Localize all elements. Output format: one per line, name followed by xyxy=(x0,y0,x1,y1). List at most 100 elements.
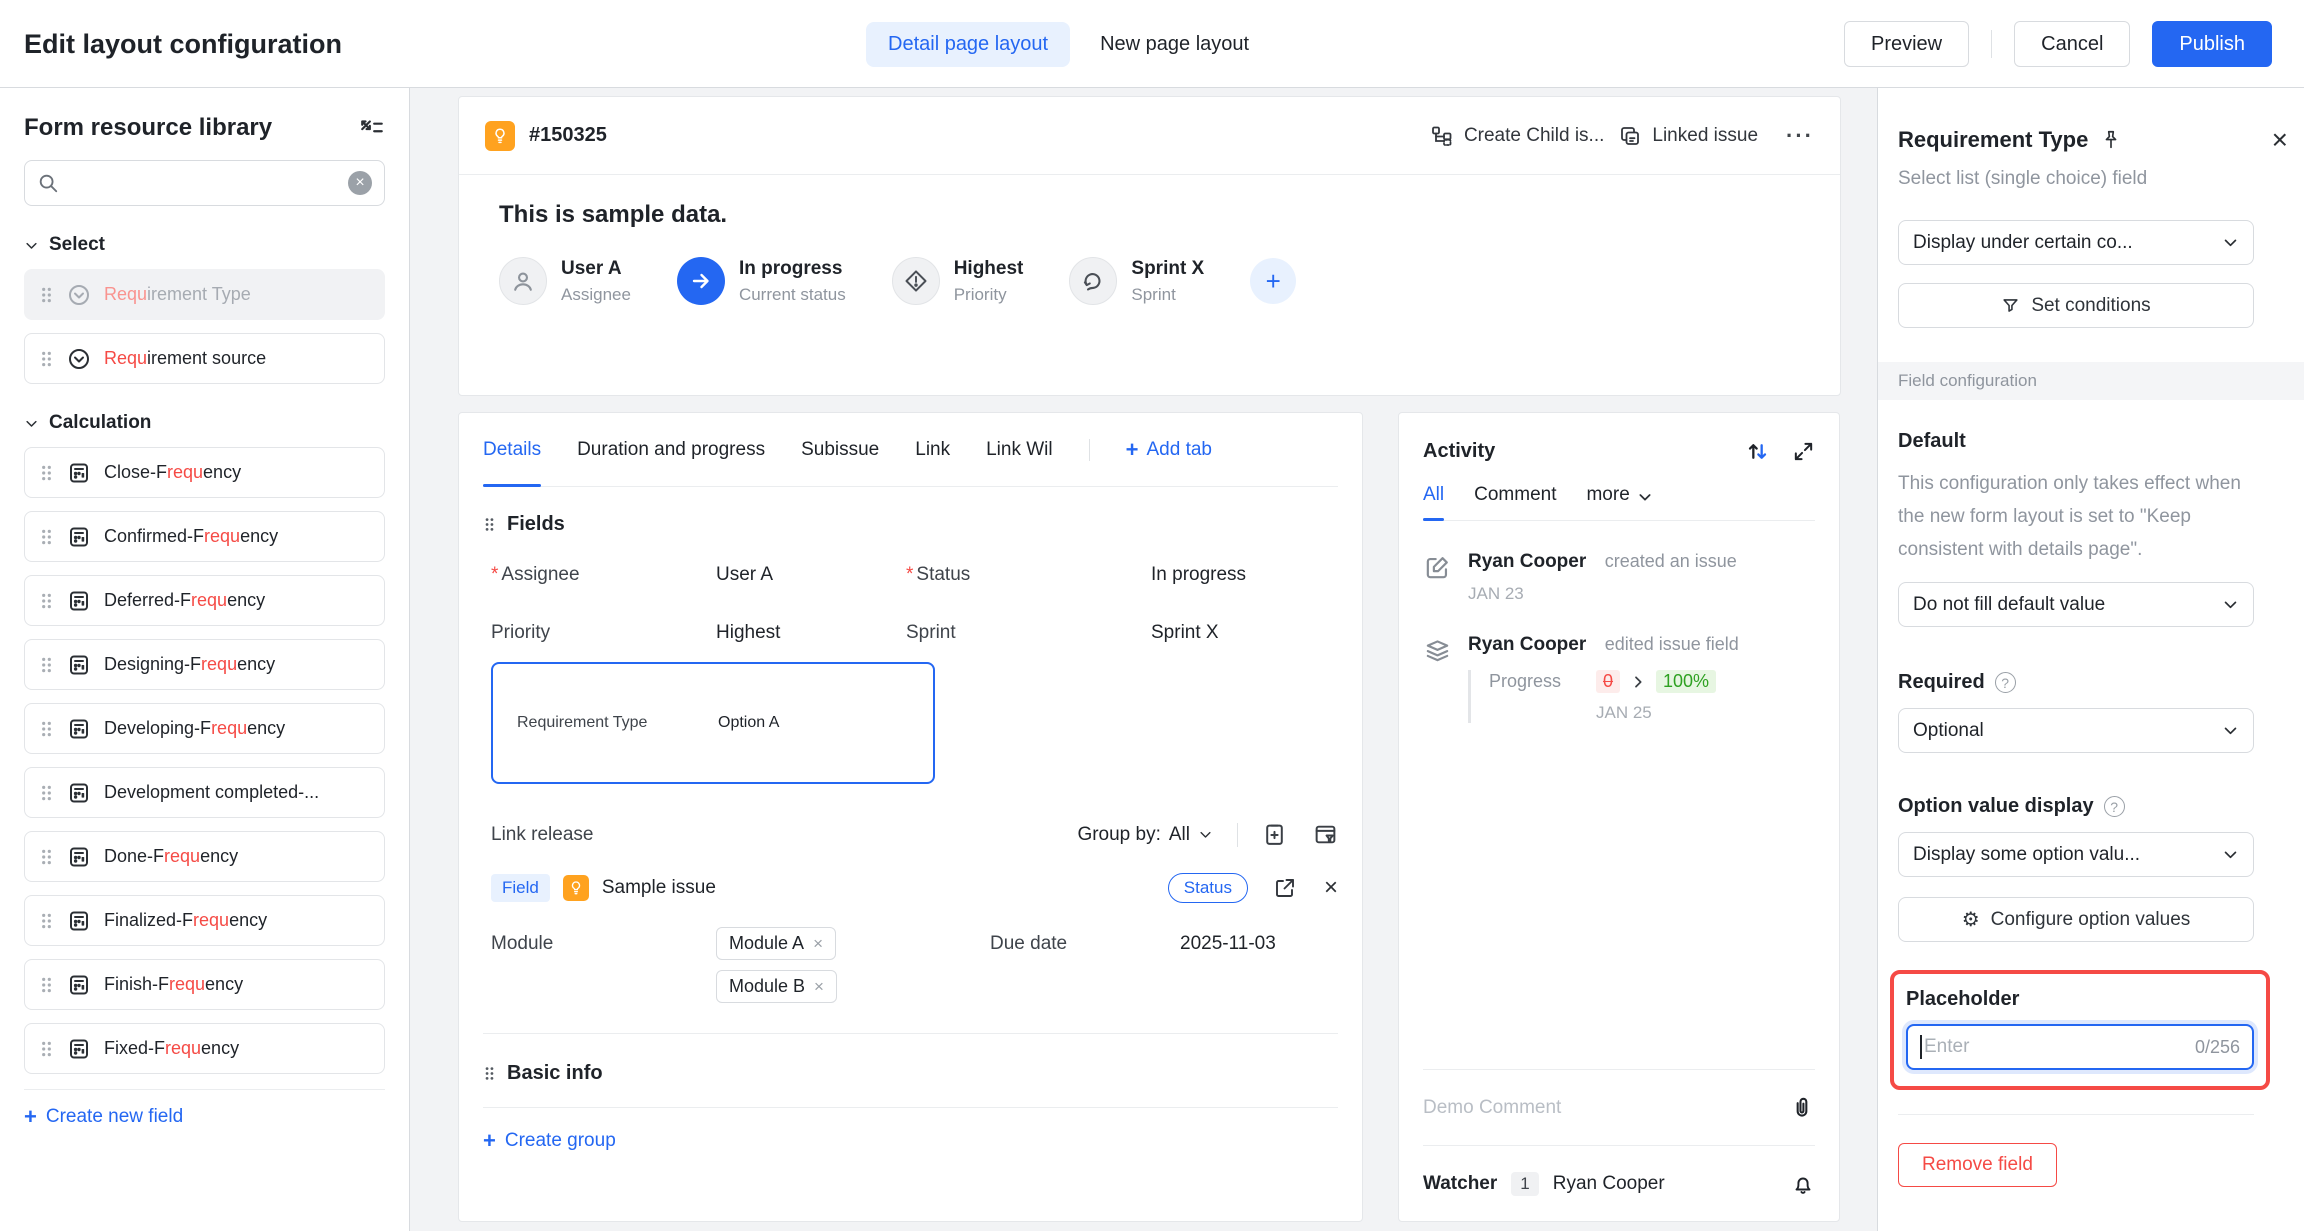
library-item[interactable]: Confirmed-Frequency xyxy=(24,511,385,562)
drag-handle-icon[interactable] xyxy=(39,847,54,867)
field-label[interactable]: * Status xyxy=(906,564,1151,586)
add-linked-item-icon[interactable] xyxy=(1262,822,1287,847)
library-item[interactable]: Requirement source xyxy=(24,333,385,384)
drag-handle-icon[interactable] xyxy=(39,1039,54,1059)
drag-handle-icon[interactable] xyxy=(39,527,54,547)
tab-new-page-layout[interactable]: New page layout xyxy=(1100,33,1249,56)
placeholder-input[interactable]: Enter 0/256 xyxy=(1906,1024,2254,1070)
drag-handle-icon[interactable] xyxy=(39,719,54,739)
field-label[interactable]: Sprint xyxy=(906,622,1151,644)
filter-view-icon[interactable] xyxy=(1313,822,1338,847)
drag-handle-icon[interactable] xyxy=(39,783,54,803)
attachment-icon[interactable] xyxy=(1789,1095,1815,1121)
remove-linked-issue-icon[interactable]: × xyxy=(1324,874,1338,902)
activity-user[interactable]: Ryan Cooper xyxy=(1468,634,1586,655)
status-chip[interactable]: In progress Current status xyxy=(676,257,846,305)
create-new-field-button[interactable]: + Create new field xyxy=(24,1106,385,1128)
field-label[interactable]: * Assignee xyxy=(491,564,716,586)
drag-handle-icon[interactable] xyxy=(39,911,54,931)
issue-preview-card: #150325 Create Child is... Linked issue … xyxy=(458,96,1841,396)
due-date-label[interactable]: Due date xyxy=(990,927,1180,1003)
collapse-library-icon[interactable] xyxy=(359,115,385,141)
tab-duration-progress[interactable]: Duration and progress xyxy=(577,413,765,486)
tab-link[interactable]: Link xyxy=(915,413,950,486)
expand-panel-icon[interactable] xyxy=(1792,440,1815,463)
comment-input[interactable]: Demo Comment xyxy=(1423,1069,1815,1145)
group-by-dropdown[interactable]: Group by: All xyxy=(1077,824,1213,846)
activity-user[interactable]: Ryan Cooper xyxy=(1468,551,1586,572)
sample-issue-title[interactable]: Sample issue xyxy=(602,877,716,899)
required-select[interactable]: Optional xyxy=(1898,708,2254,753)
link-release-label[interactable]: Link release xyxy=(491,824,593,846)
preview-button[interactable]: Preview xyxy=(1843,21,1970,67)
tab-comment[interactable]: Comment xyxy=(1474,484,1556,520)
tab-all[interactable]: All xyxy=(1423,484,1445,521)
drag-handle-icon[interactable] xyxy=(39,463,54,483)
status-pill[interactable]: Status xyxy=(1167,873,1248,903)
tab-link-wil[interactable]: Link Wil xyxy=(986,413,1053,486)
library-item[interactable]: Designing-Frequency xyxy=(24,639,385,690)
sort-order-icon[interactable] xyxy=(1745,439,1770,464)
drag-handle-icon[interactable] xyxy=(39,591,54,611)
section-calculation[interactable]: Calculation xyxy=(24,412,385,434)
priority-chip[interactable]: Highest Priority xyxy=(891,257,1023,305)
linked-issue-button[interactable]: Linked issue xyxy=(1618,124,1758,148)
add-field-chip-button[interactable]: + xyxy=(1250,258,1297,304)
library-item[interactable]: Fixed-Frequency xyxy=(24,1023,385,1074)
help-icon[interactable]: ? xyxy=(1994,672,2016,693)
drag-handle-icon[interactable] xyxy=(483,1065,496,1082)
open-external-icon[interactable] xyxy=(1273,876,1297,900)
create-group-button[interactable]: + Create group xyxy=(483,1130,1338,1152)
remove-field-button[interactable]: Remove field xyxy=(1898,1143,2057,1187)
field-value[interactable]: Highest xyxy=(716,622,906,644)
pin-icon[interactable] xyxy=(2100,129,2122,151)
field-value[interactable]: Sprint X xyxy=(1151,622,1338,644)
tab-more[interactable]: more xyxy=(1586,484,1652,520)
default-value-select[interactable]: Do not fill default value xyxy=(1898,582,2254,627)
more-actions-icon[interactable]: ··· xyxy=(1786,123,1814,149)
publish-button[interactable]: Publish xyxy=(2152,21,2272,67)
search-input[interactable] xyxy=(69,172,338,194)
drag-handle-icon[interactable] xyxy=(39,349,54,369)
cancel-button[interactable]: Cancel xyxy=(2014,21,2131,67)
remove-tag-icon[interactable]: × xyxy=(813,935,823,952)
library-item[interactable]: Requirement Type xyxy=(24,269,385,320)
due-date-value[interactable]: 2025-11-03 xyxy=(1180,927,1338,1003)
drag-handle-icon[interactable] xyxy=(483,516,496,533)
field-label[interactable]: Priority xyxy=(491,622,716,644)
section-select[interactable]: Select xyxy=(24,234,385,256)
set-conditions-button[interactable]: Set conditions xyxy=(1898,283,2254,328)
drag-handle-icon[interactable] xyxy=(39,285,54,305)
module-tag[interactable]: Module A × xyxy=(716,927,836,960)
library-item[interactable]: Finalized-Frequency xyxy=(24,895,385,946)
display-condition-select[interactable]: Display under certain co... xyxy=(1898,220,2254,265)
close-panel-icon[interactable]: × xyxy=(2272,124,2288,156)
module-label[interactable]: Module xyxy=(491,927,716,1003)
remove-tag-icon[interactable]: × xyxy=(814,978,824,995)
sprint-chip[interactable]: Sprint X Sprint xyxy=(1069,257,1204,305)
field-value[interactable]: In progress xyxy=(1151,564,1338,586)
configure-option-values-button[interactable]: ⚙ Configure option values xyxy=(1898,897,2254,942)
library-item[interactable]: Developing-Frequency xyxy=(24,703,385,754)
tab-details[interactable]: Details xyxy=(483,413,542,487)
library-item[interactable]: Close-Frequency xyxy=(24,447,385,498)
field-value[interactable]: User A xyxy=(716,564,906,586)
drag-handle-icon[interactable] xyxy=(39,655,54,675)
watcher-name[interactable]: Ryan Cooper xyxy=(1553,1173,1665,1195)
drag-handle-icon[interactable] xyxy=(39,975,54,995)
option-display-select[interactable]: Display some option valu... xyxy=(1898,832,2254,877)
add-tab-button[interactable]: + Add tab xyxy=(1126,438,1212,461)
library-item[interactable]: Development completed-... xyxy=(24,767,385,818)
library-item[interactable]: Done-Frequency xyxy=(24,831,385,882)
tab-detail-page-layout[interactable]: Detail page layout xyxy=(866,21,1071,67)
help-icon[interactable]: ? xyxy=(2103,796,2125,817)
clear-search-icon[interactable]: × xyxy=(348,171,372,195)
create-child-issue-button[interactable]: Create Child is... xyxy=(1430,124,1604,148)
library-item[interactable]: Finish-Frequency xyxy=(24,959,385,1010)
assignee-chip[interactable]: User A Assignee xyxy=(499,257,631,305)
selected-field-requirement-type[interactable]: Requirement Type Option A xyxy=(491,662,935,784)
module-tag[interactable]: Module B × xyxy=(716,970,837,1003)
tab-subissue[interactable]: Subissue xyxy=(801,413,879,486)
bell-icon[interactable] xyxy=(1791,1172,1815,1196)
library-item[interactable]: Deferred-Frequency xyxy=(24,575,385,626)
